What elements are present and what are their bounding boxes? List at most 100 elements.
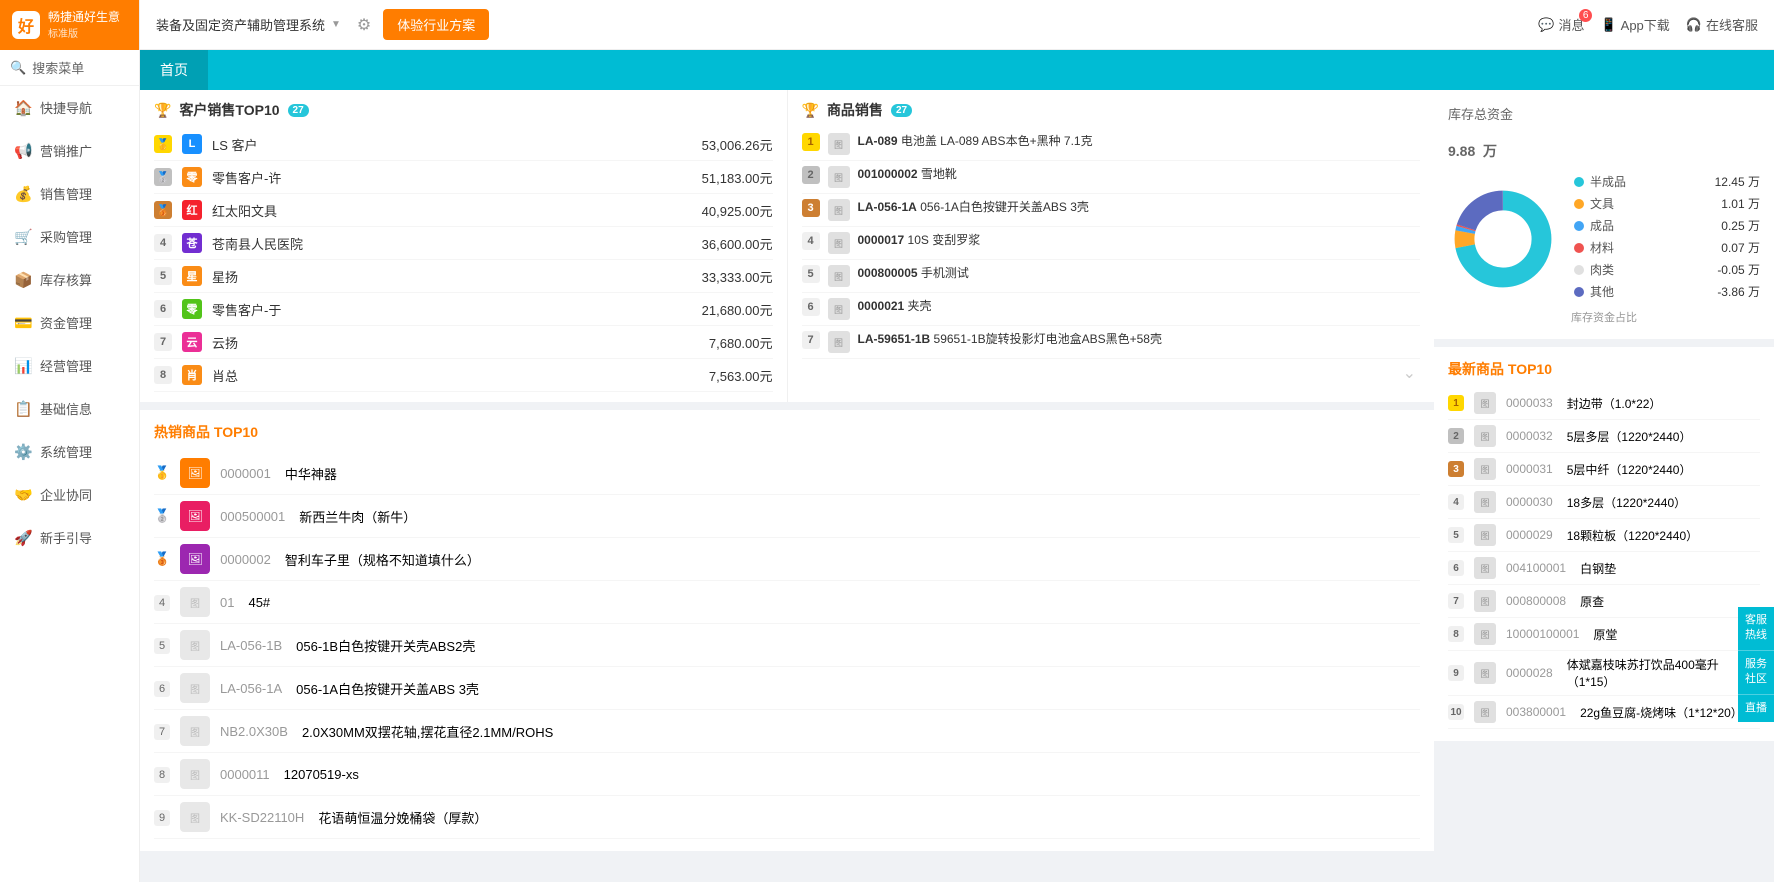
customer-row[interactable]: 6 零 零售客户-于 21,680.00元 (154, 293, 773, 326)
legend-dot (1574, 221, 1584, 231)
gear-icon[interactable]: ⚙ (357, 15, 371, 35)
product-sales-row[interactable]: 6 图 0000021 夹壳 (802, 293, 1421, 326)
legend-val: 1.01 万 (1721, 195, 1760, 212)
app-download-label: App下载 (1621, 15, 1670, 34)
hot-product-row[interactable]: 4 图 01 45# (154, 581, 1420, 624)
customer-row[interactable]: 5 星 星扬 33,333.00元 (154, 260, 773, 293)
system-selector[interactable]: 装备及固定资产辅助管理系统 ▼ (156, 15, 341, 34)
rank-num: 🥉 (154, 201, 172, 219)
dropdown-icon: ▼ (331, 19, 341, 30)
customer-row[interactable]: 8 肖 肖总 7,563.00元 (154, 359, 773, 392)
sidebar-item-采购管理[interactable]: 🛒采购管理 (0, 215, 139, 258)
hot-product-row[interactable]: 🥇 🖼 0000001 中华神器 (154, 452, 1420, 495)
customer-amount: 21,680.00元 (702, 300, 773, 319)
newest-row[interactable]: 5 图 0000029 18颗粒板（1220*2440） (1448, 519, 1760, 552)
sidebar-item-企业协同[interactable]: 🤝企业协同 (0, 473, 139, 516)
customer-ranking-title: 🏆 客户销售TOP10 27 (154, 100, 773, 120)
product-info: LA-056-1A 056-1A白色按键开关盖ABS 3壳 (858, 199, 1421, 216)
legend-item: 文具 1.01 万 (1574, 195, 1760, 212)
hot-product-row[interactable]: 7 图 NB2.0X30B 2.0X30MM双摆花轴,摆花直径2.1MM/ROH… (154, 710, 1420, 753)
customer-row[interactable]: 🥈 零 零售客户-许 51,183.00元 (154, 161, 773, 194)
scroll-down-icon: ⌄ (802, 359, 1421, 387)
hot-product-row[interactable]: 6 图 LA-056-1A 056-1A白色按键开关盖ABS 3壳 (154, 667, 1420, 710)
legend-val: 0.25 万 (1721, 217, 1760, 234)
menu-label: 基础信息 (40, 399, 92, 418)
newest-row[interactable]: 2 图 0000032 5层多层（1220*2440） (1448, 420, 1760, 453)
newest-row[interactable]: 7 图 000800008 原查 (1448, 585, 1760, 618)
newest-code: 0000029 (1506, 528, 1553, 542)
menu-icon: 📦 (14, 271, 32, 289)
hot-product-row[interactable]: 🥈 🖼 000500001 新西兰牛肉（新牛） (154, 495, 1420, 538)
sidebar-item-销售管理[interactable]: 💰销售管理 (0, 172, 139, 215)
customer-row[interactable]: 🥇 L LS 客户 53,006.26元 (154, 128, 773, 161)
app-download-btn[interactable]: 📱 App下载 (1600, 15, 1669, 34)
hot-product-img: 🖼 (180, 501, 210, 531)
product-sales-row[interactable]: 1 图 LA-089 电池盖 LA-089 ABS本色+黑种 7.1克 (802, 128, 1421, 161)
hot-product-code: LA-056-1A (220, 681, 282, 696)
product-sales-row[interactable]: 4 图 0000017 10S 变刮罗浆 (802, 227, 1421, 260)
rank-num: 8 (154, 366, 172, 384)
newest-thumb: 图 (1474, 458, 1496, 480)
product-sales-row[interactable]: 3 图 LA-056-1A 056-1A白色按键开关盖ABS 3壳 (802, 194, 1421, 227)
sidebar-item-经营管理[interactable]: 📊经营管理 (0, 344, 139, 387)
customer-row[interactable]: 7 云 云扬 7,680.00元 (154, 326, 773, 359)
customer-avatar: 零 (182, 299, 202, 319)
hot-product-code: 0000002 (220, 552, 271, 567)
rank-num: 6 (802, 298, 820, 316)
newest-row[interactable]: 1 图 0000033 封边带（1.0*22） (1448, 387, 1760, 420)
hot-product-name: 12070519-xs (284, 767, 359, 782)
service-float-btn[interactable]: 客服热线 (1738, 607, 1774, 651)
menu-label: 系统管理 (40, 442, 92, 461)
newest-row[interactable]: 9 图 0000028 体斌嘉枝味苏打饮品400毫升（1*15） (1448, 651, 1760, 696)
product-sales-rows: 1 图 LA-089 电池盖 LA-089 ABS本色+黑种 7.1克 2 图 … (802, 128, 1421, 359)
sidebar-item-快捷导航[interactable]: 🏠快捷导航 (0, 86, 139, 129)
tab-home[interactable]: 首页 (140, 50, 208, 90)
legend-val: 12.45 万 (1715, 173, 1760, 190)
newest-row[interactable]: 3 图 0000031 5层中纤（1220*2440） (1448, 453, 1760, 486)
hot-product-name: 056-1B白色按键开关壳ABS2壳 (296, 636, 475, 655)
newest-row[interactable]: 4 图 0000030 18多层（1220*2440） (1448, 486, 1760, 519)
trial-button[interactable]: 体验行业方案 (383, 9, 489, 40)
hot-product-row[interactable]: 8 图 0000011 12070519-xs (154, 753, 1420, 796)
sidebar-item-系统管理[interactable]: ⚙️系统管理 (0, 430, 139, 473)
legend-dot (1574, 243, 1584, 253)
message-btn[interactable]: 💬 消息 6 (1538, 15, 1584, 34)
product-sales-row[interactable]: 5 图 000800005 手机测试 (802, 260, 1421, 293)
legend-label: 其他 (1590, 283, 1711, 300)
product-sales-row[interactable]: 2 图 001000002 雪地靴 (802, 161, 1421, 194)
hot-product-row[interactable]: 5 图 LA-056-1B 056-1B白色按键开关壳ABS2壳 (154, 624, 1420, 667)
hot-product-row[interactable]: 🥉 🖼 0000002 智利车子里（规格不知道填什么） (154, 538, 1420, 581)
newest-name: 原堂 (1593, 626, 1617, 643)
product-thumb: 图 (828, 199, 850, 221)
customer-ranking-badge: 27 (288, 104, 309, 117)
sidebar-item-新手引导[interactable]: 🚀新手引导 (0, 516, 139, 559)
newest-row[interactable]: 10 图 003800001 22g鱼豆腐-烧烤味（1*12*20） (1448, 696, 1760, 729)
product-info: 001000002 雪地靴 (858, 166, 1421, 183)
newest-thumb: 图 (1474, 662, 1496, 684)
hot-product-img: 🖼 (180, 458, 210, 488)
hot-rank: 🥇 (154, 465, 170, 481)
sidebar-item-资金管理[interactable]: 💳资金管理 (0, 301, 139, 344)
legend-dot (1574, 287, 1584, 297)
service-float: 客服热线服务社区直播 (1738, 607, 1774, 722)
logo-sub: 标准版 (48, 25, 120, 40)
newest-row[interactable]: 6 图 004100001 白钢垫 (1448, 552, 1760, 585)
online-service-btn[interactable]: 🎧 在线客服 (1686, 15, 1758, 34)
customer-row[interactable]: 4 苍 苍南县人民医院 36,600.00元 (154, 227, 773, 260)
customer-row[interactable]: 🥉 红 红太阳文具 40,925.00元 (154, 194, 773, 227)
donut-chart (1448, 184, 1558, 294)
service-float-btn[interactable]: 服务社区 (1738, 651, 1774, 695)
rank-num: 5 (802, 265, 820, 283)
legend-label: 材料 (1590, 239, 1715, 256)
logo-name: 畅捷通好生意 (48, 10, 120, 26)
search-menu[interactable]: 🔍 搜索菜单 (0, 50, 139, 86)
sidebar-item-库存核算[interactable]: 📦库存核算 (0, 258, 139, 301)
product-sales-row[interactable]: 7 图 LA-59651-1B 59651-1B旋转投影灯电池盒ABS黑色+58… (802, 326, 1421, 359)
hot-product-row[interactable]: 9 图 KK-SD22110H 花语萌恒温分娩桶袋（厚款） (154, 796, 1420, 839)
newest-row[interactable]: 8 图 10000100001 原堂 (1448, 618, 1760, 651)
service-float-btn[interactable]: 直播 (1738, 695, 1774, 722)
system-name: 装备及固定资产辅助管理系统 (156, 15, 325, 34)
sidebar-item-营销推广[interactable]: 📢营销推广 (0, 129, 139, 172)
customer-name: 肖总 (212, 366, 699, 385)
sidebar-item-基础信息[interactable]: 📋基础信息 (0, 387, 139, 430)
